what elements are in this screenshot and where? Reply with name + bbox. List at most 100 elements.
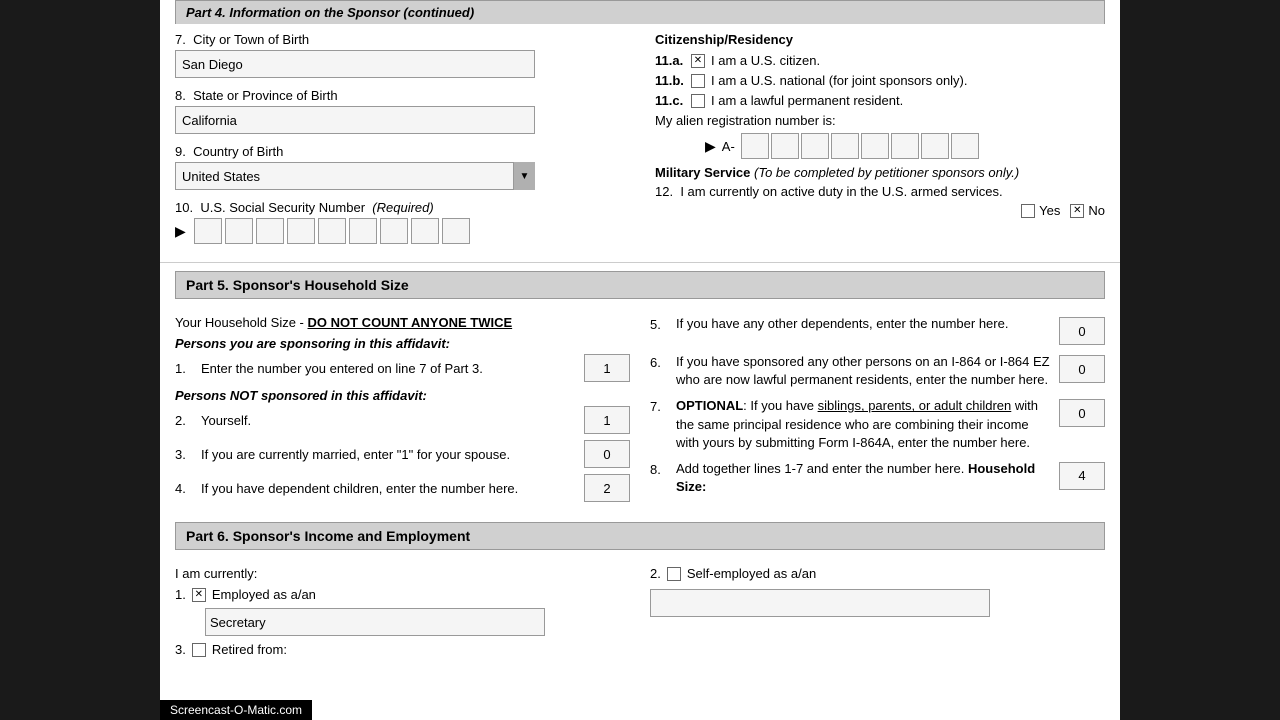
alien-label-text: My alien registration number is: — [655, 113, 836, 128]
field11a-label: 11.a. — [655, 53, 685, 68]
part5-input-8[interactable] — [1059, 462, 1105, 490]
alien-box-8[interactable] — [951, 133, 979, 159]
top-section: 7. City or Town of Birth 8. State or Pro… — [160, 24, 1120, 263]
part5-input-2[interactable] — [584, 406, 630, 434]
military-section: Military Service (To be completed by pet… — [655, 165, 1105, 218]
ssn-box-1[interactable] — [194, 218, 222, 244]
field10-label: 10. U.S. Social Security Number (Require… — [175, 200, 625, 215]
field11b-checkbox[interactable] — [691, 74, 705, 88]
employed-label: Employed as a/an — [212, 587, 316, 602]
employed-checkbox[interactable] — [192, 588, 206, 602]
currently-label: I am currently: — [175, 566, 630, 581]
field11a-row: 11.a. I am a U.S. citizen. — [655, 53, 1105, 68]
yes-label: Yes — [1039, 203, 1060, 218]
part6-header: Part 6. Sponsor's Income and Employment — [175, 522, 1105, 550]
part5-input-5[interactable] — [1059, 317, 1105, 345]
part6-right: 2. Self-employed as a/an — [650, 566, 1105, 663]
form-container: Part 4. Information on the Sponsor (cont… — [160, 0, 1120, 720]
self-employed-checkbox[interactable] — [667, 567, 681, 581]
retired-checkbox[interactable] — [192, 643, 206, 657]
occupation-input[interactable] — [205, 608, 545, 636]
part5-content: Your Household Size - DO NOT COUNT ANYON… — [160, 309, 1120, 514]
ssn-box-6[interactable] — [349, 218, 377, 244]
country-select-wrapper: United States Other ▼ — [175, 162, 535, 190]
citizenship-title: Citizenship/Residency — [655, 32, 1105, 47]
ssn-arrow-icon: ▶ — [175, 223, 186, 240]
military-title: Military Service (To be completed by pet… — [655, 165, 1105, 180]
part5-input-1[interactable] — [584, 354, 630, 382]
part5-left: Your Household Size - DO NOT COUNT ANYON… — [175, 315, 630, 508]
ssn-box-2[interactable] — [225, 218, 253, 244]
ssn-boxes — [194, 218, 470, 244]
alien-box-2[interactable] — [771, 133, 799, 159]
alien-box-6[interactable] — [891, 133, 919, 159]
part5-right-row-7: 7. OPTIONAL: If you have siblings, paren… — [650, 397, 1105, 452]
part5-right-row-8: 8. Add together lines 1-7 and enter the … — [650, 460, 1105, 496]
city-birth-input[interactable] — [175, 50, 535, 78]
military-yes-checkbox[interactable] — [1021, 204, 1035, 218]
alien-box-4[interactable] — [831, 133, 859, 159]
self-employed-input[interactable] — [650, 589, 990, 617]
household-title: Your Household Size - DO NOT COUNT ANYON… — [175, 315, 630, 330]
field11c-text: I am a lawful permanent resident. — [711, 93, 903, 108]
field8-group: 8. State or Province of Birth — [175, 88, 625, 134]
alien-boxes — [741, 133, 979, 159]
field2-number: 2. — [650, 566, 661, 581]
part5-left-row-2: 2. Yourself. — [175, 406, 630, 434]
part5-input-3[interactable] — [584, 440, 630, 468]
field1-number: 1. — [175, 587, 186, 602]
ssn-box-9[interactable] — [442, 218, 470, 244]
ssn-row: ▶ — [175, 218, 625, 244]
state-birth-input[interactable] — [175, 106, 535, 134]
field11b-text: I am a U.S. national (for joint sponsors… — [711, 73, 968, 88]
ssn-box-4[interactable] — [287, 218, 315, 244]
left-col: 7. City or Town of Birth 8. State or Pro… — [175, 32, 625, 254]
part5-input-7[interactable] — [1059, 399, 1105, 427]
part5-right-row-6: 6. If you have sponsored any other perso… — [650, 353, 1105, 389]
field11c-label: 11.c. — [655, 93, 685, 108]
field11c-checkbox[interactable] — [691, 94, 705, 108]
field8-label: 8. State or Province of Birth — [175, 88, 625, 103]
self-employed-label: Self-employed as a/an — [687, 566, 816, 581]
ssn-box-8[interactable] — [411, 218, 439, 244]
field10-group: 10. U.S. Social Security Number (Require… — [175, 200, 625, 244]
alien-prefix: A- — [722, 139, 735, 154]
ssn-box-3[interactable] — [256, 218, 284, 244]
part6-left: I am currently: 1. Employed as a/an 3. R… — [175, 566, 630, 663]
alien-box-7[interactable] — [921, 133, 949, 159]
part4-header: Part 4. Information on the Sponsor (cont… — [175, 0, 1105, 24]
screencast-bar: Screencast-O-Matic.com — [160, 700, 312, 720]
field9-group: 9. Country of Birth United States Other … — [175, 144, 625, 190]
no-item: No — [1070, 203, 1105, 218]
part5-input-6[interactable] — [1059, 355, 1105, 383]
field7-label: 7. City or Town of Birth — [175, 32, 625, 47]
part5-header-wrapper: Part 5. Sponsor's Household Size — [160, 271, 1120, 299]
military-field-row: 12. I am currently on active duty in the… — [655, 184, 1105, 199]
alien-box-3[interactable] — [801, 133, 829, 159]
military-no-checkbox[interactable] — [1070, 204, 1084, 218]
occupation-input-wrapper — [205, 608, 630, 636]
ssn-box-7[interactable] — [380, 218, 408, 244]
field11c-row: 11.c. I am a lawful permanent resident. — [655, 93, 1105, 108]
part6-header-wrapper: Part 6. Sponsor's Income and Employment — [160, 522, 1120, 550]
part6-field3-row: 3. Retired from: — [175, 642, 630, 657]
sponsoring-label: Persons you are sponsoring in this affid… — [175, 336, 630, 351]
part5-left-row-3: 3. If you are currently married, enter "… — [175, 440, 630, 468]
part6-content: I am currently: 1. Employed as a/an 3. R… — [160, 560, 1120, 669]
part5-left-row-1: 1. Enter the number you entered on line … — [175, 354, 630, 382]
yes-item: Yes — [1021, 203, 1060, 218]
yes-no-row: Yes No — [655, 203, 1105, 218]
part5-input-4[interactable] — [584, 474, 630, 502]
ssn-box-5[interactable] — [318, 218, 346, 244]
field3-number: 3. — [175, 642, 186, 657]
alien-number-row: ▶ A- — [705, 133, 1105, 159]
field11b-label: 11.b. — [655, 73, 685, 88]
field11a-checkbox[interactable] — [691, 54, 705, 68]
field9-label: 9. Country of Birth — [175, 144, 625, 159]
country-birth-select[interactable]: United States Other — [175, 162, 535, 190]
right-col: Citizenship/Residency 11.a. I am a U.S. … — [645, 32, 1105, 254]
field11a-text: I am a U.S. citizen. — [711, 53, 820, 68]
no-label: No — [1088, 203, 1105, 218]
alien-box-5[interactable] — [861, 133, 889, 159]
alien-box-1[interactable] — [741, 133, 769, 159]
